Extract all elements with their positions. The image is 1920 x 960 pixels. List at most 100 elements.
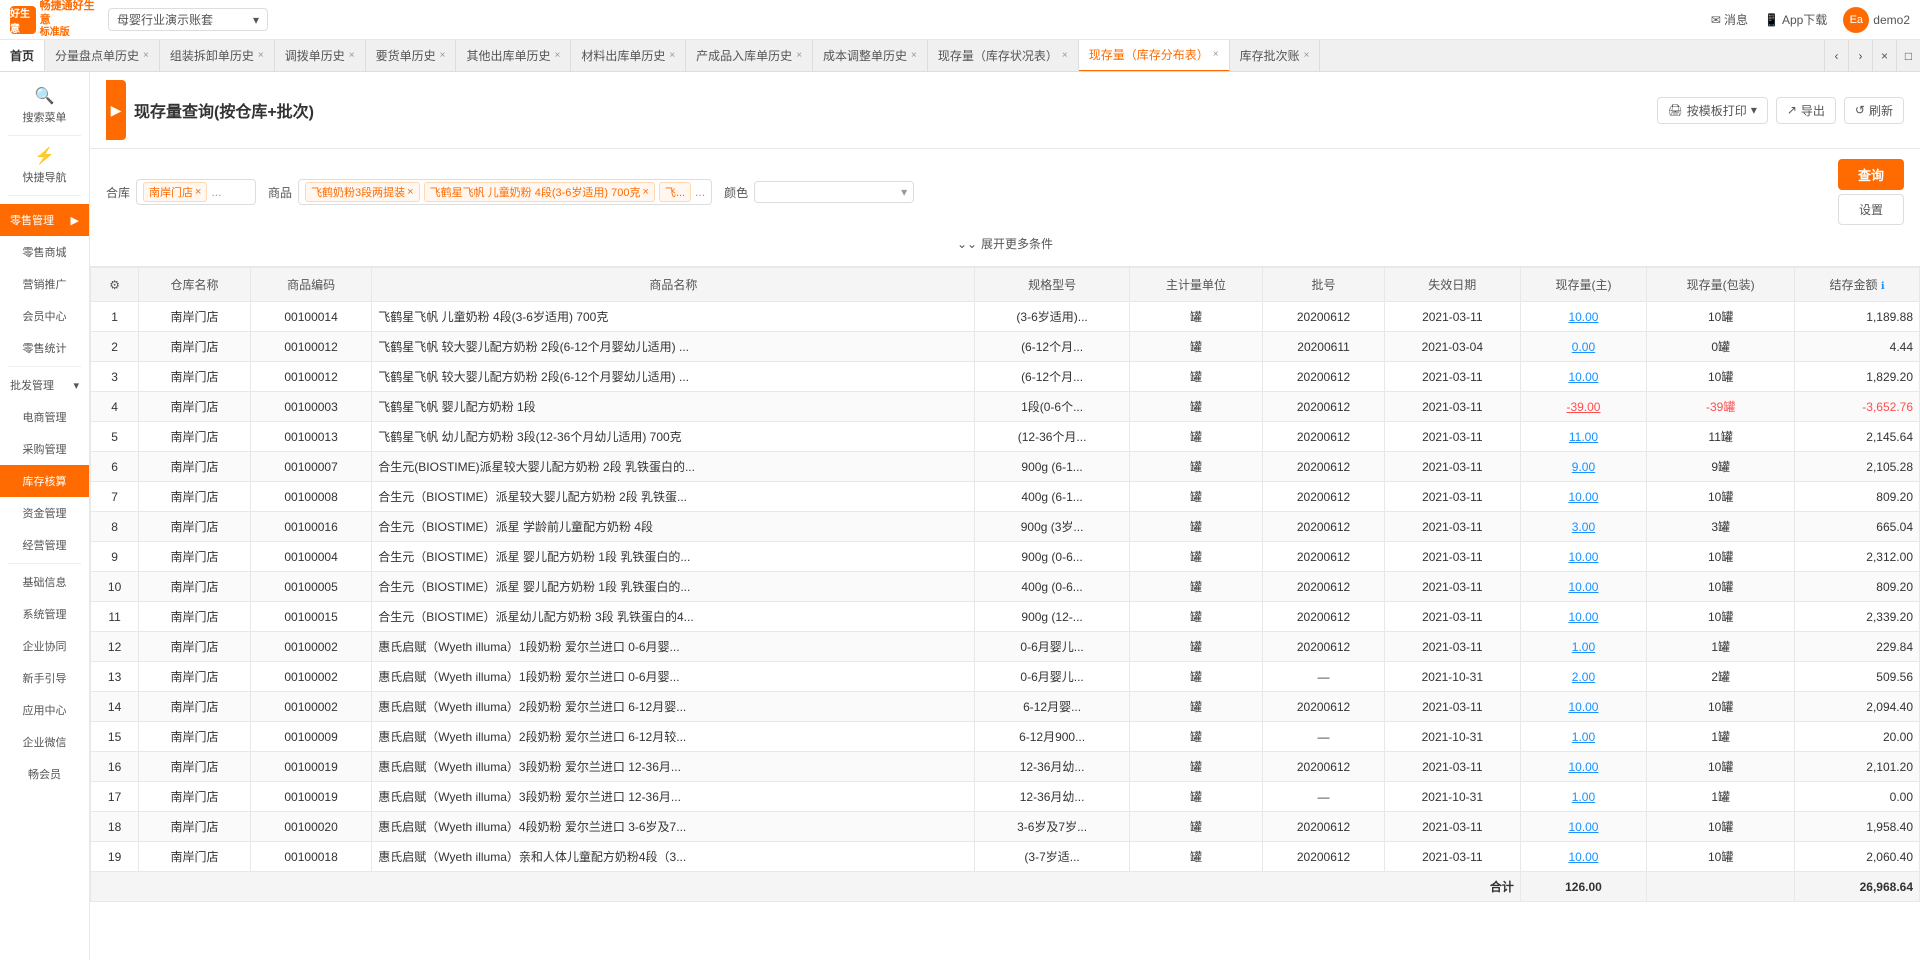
expand-filter-btn[interactable]: ▶ — [106, 80, 126, 140]
qty-main-cell[interactable]: 10.00 — [1520, 362, 1646, 392]
sidebar-item-company-collab[interactable]: 企业协同 — [0, 630, 89, 662]
qty-main-cell[interactable]: 9.00 — [1520, 452, 1646, 482]
tag-close-icon[interactable]: × — [407, 186, 413, 198]
sidebar-item-app-center[interactable]: 应用中心 — [0, 694, 89, 726]
tab-cost-adjust-history[interactable]: 成本调整单历史 × — [813, 40, 928, 72]
warehouse-tag-1[interactable]: 南岸门店 × — [143, 182, 207, 202]
sidebar-item-inventory[interactable]: 库存核算 — [0, 465, 89, 497]
close-icon[interactable]: × — [143, 50, 149, 61]
sidebar-item-marketing[interactable]: 营销推广 — [0, 268, 89, 300]
account-selector[interactable]: 母婴行业演示账套 ▾ — [108, 8, 268, 31]
tag-close-icon[interactable]: × — [195, 186, 201, 198]
qty-main-cell[interactable]: 10.00 — [1520, 482, 1646, 512]
tab-nav-left[interactable]: ‹ — [1824, 40, 1848, 72]
sidebar-item-retail-stats[interactable]: 零售统计 — [0, 332, 89, 364]
qty-main-cell[interactable]: 1.00 — [1520, 722, 1646, 752]
close-icon[interactable]: × — [440, 50, 446, 61]
th-settings[interactable]: ⚙ — [91, 268, 139, 302]
refresh-btn[interactable]: ↺ 刷新 — [1844, 97, 1904, 124]
qty-main-cell[interactable]: 0.00 — [1520, 332, 1646, 362]
table-row: 6南岸门店00100007合生元(BIOSTIME)派星较大婴儿配方奶粉 2段 … — [91, 452, 1920, 482]
close-icon[interactable]: × — [669, 50, 675, 61]
qty-main-cell[interactable]: 10.00 — [1520, 572, 1646, 602]
product-tag-group[interactable]: 飞鹤奶粉3段两提装 × 飞鹤星飞帆 儿童奶粉 4段(3-6岁适用) 700克 ×… — [298, 179, 712, 205]
sidebar-item-sys-mgmt[interactable]: 系统管理 — [0, 598, 89, 630]
sidebar-item-finance[interactable]: 资金管理 — [0, 497, 89, 529]
tab-nav-right[interactable]: › — [1848, 40, 1872, 72]
settings-btn[interactable]: 设置 — [1838, 194, 1904, 225]
tag-close-icon[interactable]: × — [642, 186, 648, 198]
product-tag-2[interactable]: 飞鹤星飞帆 儿童奶粉 4段(3-6岁适用) 700克 × — [424, 182, 655, 202]
qty-main-cell[interactable]: 11.00 — [1520, 422, 1646, 452]
tab-close-current[interactable]: × — [1872, 40, 1896, 72]
table-cell: 2021-03-11 — [1384, 362, 1520, 392]
sidebar-item-new-guide[interactable]: 新手引导 — [0, 662, 89, 694]
export-btn[interactable]: ↗ 导出 — [1776, 97, 1836, 124]
print-btn[interactable]: 🖨 按模板打印 ▾ — [1657, 97, 1768, 124]
qty-main-cell[interactable]: 2.00 — [1520, 662, 1646, 692]
table-cell: 罐 — [1129, 842, 1263, 872]
chevron-down-icon[interactable]: ▾ — [901, 185, 907, 199]
sidebar-item-ops[interactable]: 经营管理 — [0, 529, 89, 561]
tab-batch-account[interactable]: 库存批次账 × — [1230, 40, 1321, 72]
tab-split-history[interactable]: 分量盘点单历史 × — [45, 40, 160, 72]
close-icon[interactable]: × — [911, 50, 917, 61]
close-icon[interactable]: × — [1062, 50, 1068, 61]
sidebar-search[interactable]: 🔍 搜索菜单 — [0, 78, 89, 133]
user-info[interactable]: Ea demo2 — [1843, 7, 1910, 33]
tab-home[interactable]: 首页 — [0, 40, 45, 72]
sidebar-item-retail-mgmt[interactable]: 零售管理 ▶ — [0, 204, 89, 236]
sidebar-item-ecommerce[interactable]: 电商管理 — [0, 401, 89, 433]
close-icon[interactable]: × — [1213, 49, 1219, 60]
tab-more[interactable]: □ — [1896, 40, 1920, 72]
sidebar-item-basic-info[interactable]: 基础信息 — [0, 566, 89, 598]
table-cell: 2021-03-11 — [1384, 752, 1520, 782]
sidebar-quick-nav[interactable]: ⚡ 快捷导航 — [0, 138, 89, 193]
qty-main-cell[interactable]: 3.00 — [1520, 512, 1646, 542]
close-icon[interactable]: × — [349, 50, 355, 61]
qty-main-cell[interactable]: 1.00 — [1520, 632, 1646, 662]
sidebar-item-purchase[interactable]: 采购管理 — [0, 433, 89, 465]
product-tag-1[interactable]: 飞鹤奶粉3段两提装 × — [305, 182, 420, 202]
warehouse-more[interactable]: ... — [211, 185, 221, 199]
table-cell: 罐 — [1129, 632, 1263, 662]
qty-main-cell[interactable]: 10.00 — [1520, 842, 1646, 872]
close-icon[interactable]: × — [1304, 50, 1310, 61]
product-tag-3[interactable]: 飞... — [659, 182, 691, 202]
close-icon[interactable]: × — [554, 50, 560, 61]
expand-more-btn[interactable]: ⌄⌄ 展开更多条件 — [106, 231, 1904, 256]
sidebar-item-retail-shop[interactable]: 零售商城 — [0, 236, 89, 268]
sidebar-item-member-vip[interactable]: 畅会员 — [0, 758, 89, 790]
sidebar-item-member-center[interactable]: 会员中心 — [0, 300, 89, 332]
qty-main-cell[interactable]: 10.00 — [1520, 812, 1646, 842]
sidebar-item-wholesale-mgmt[interactable]: 批发管理 ▾ — [0, 369, 89, 401]
message-btn[interactable]: ✉ 消息 — [1711, 11, 1748, 28]
qty-main-cell[interactable]: 10.00 — [1520, 542, 1646, 572]
app-download-btn[interactable]: 📱 App下载 — [1764, 11, 1827, 28]
warehouse-tag-group[interactable]: 南岸门店 × ... — [136, 179, 256, 205]
color-filter-group[interactable]: ▾ — [754, 181, 914, 203]
sidebar-item-company-wechat[interactable]: 企业微信 — [0, 726, 89, 758]
tab-other-out-history[interactable]: 其他出库单历史 × — [456, 40, 571, 72]
close-icon[interactable]: × — [258, 50, 264, 61]
query-btn[interactable]: 查询 — [1838, 159, 1904, 190]
sidebar-item-label: 新手引导 — [23, 670, 67, 686]
tab-stock-dist[interactable]: 现存量（库存分布表） × — [1079, 40, 1230, 72]
qty-main-cell[interactable]: 10.00 — [1520, 752, 1646, 782]
th-name: 商品名称 — [372, 268, 975, 302]
qty-main-cell[interactable]: 10.00 — [1520, 302, 1646, 332]
qty-main-cell[interactable]: -39.00 — [1520, 392, 1646, 422]
product-more[interactable]: ... — [695, 185, 705, 199]
close-icon[interactable]: × — [796, 50, 802, 61]
tab-disassemble-history[interactable]: 组装拆卸单历史 × — [160, 40, 275, 72]
tab-stock-status[interactable]: 现存量（库存状况表） × — [928, 40, 1079, 72]
tab-allot-history[interactable]: 调拨单历史 × — [275, 40, 366, 72]
tab-product-in-history[interactable]: 产成品入库单历史 × — [686, 40, 813, 72]
qty-main-cell[interactable]: 10.00 — [1520, 692, 1646, 722]
qty-main-cell[interactable]: 1.00 — [1520, 782, 1646, 812]
row-number: 1 — [91, 302, 139, 332]
tab-demand-history[interactable]: 要货单历史 × — [366, 40, 457, 72]
tab-material-out-history[interactable]: 材料出库单历史 × — [571, 40, 686, 72]
qty-main-cell[interactable]: 10.00 — [1520, 602, 1646, 632]
table-cell: 2021-10-31 — [1384, 722, 1520, 752]
